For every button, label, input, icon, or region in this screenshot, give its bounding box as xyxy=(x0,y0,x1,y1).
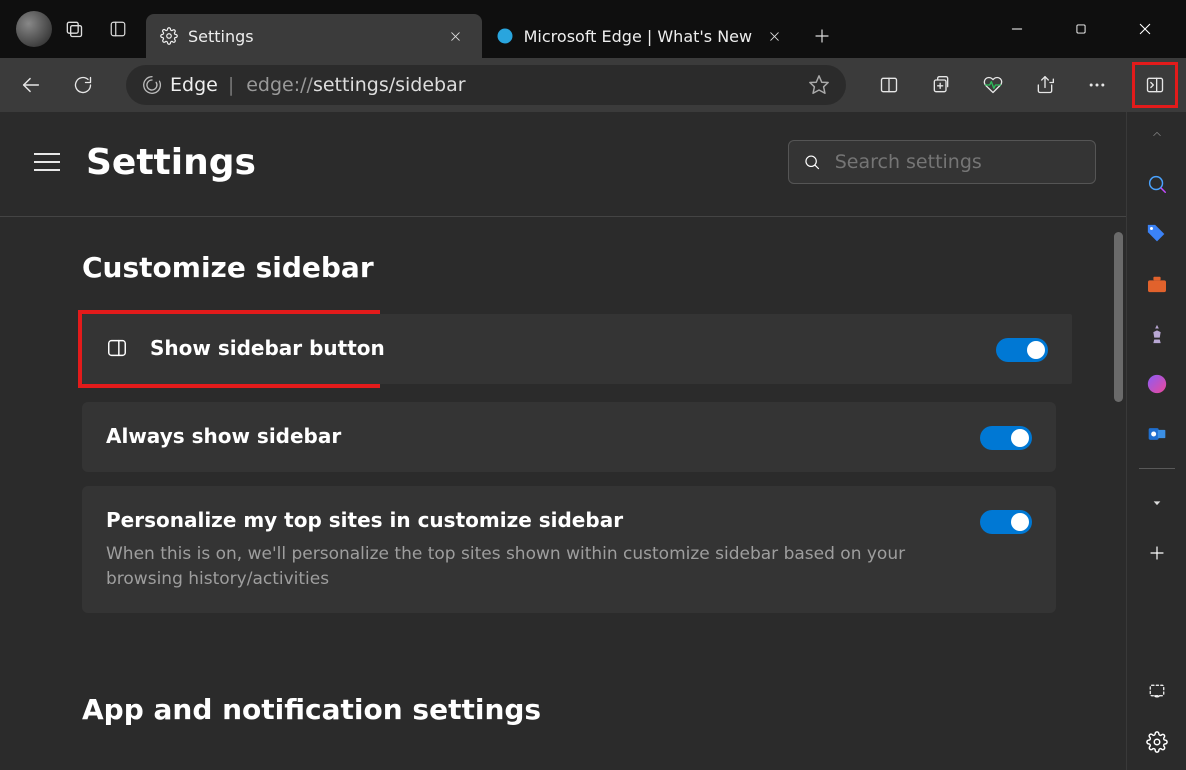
settings-search-input[interactable] xyxy=(835,151,1081,173)
sidebar-more[interactable] xyxy=(1141,487,1173,519)
vertical-tabs-icon[interactable] xyxy=(96,7,140,51)
sidebar-icon xyxy=(106,337,128,359)
chevron-down-icon xyxy=(1150,498,1164,508)
sidebar-app-office[interactable] xyxy=(1141,368,1173,400)
plus-icon xyxy=(1148,544,1166,562)
option-label: Show sidebar button xyxy=(150,336,385,360)
tab-label: Microsoft Edge | What's New xyxy=(524,27,752,46)
refresh-icon xyxy=(73,75,93,95)
share-button[interactable] xyxy=(1022,62,1068,108)
briefcase-icon xyxy=(1146,275,1168,293)
edge-logo-icon xyxy=(496,27,514,45)
chevron-up-icon xyxy=(1150,129,1164,139)
plus-icon xyxy=(813,27,831,45)
section-heading-customize-sidebar: Customize sidebar xyxy=(82,251,1056,284)
section-heading-app-notifications: App and notification settings xyxy=(82,693,1056,726)
sidebar-scroll-up[interactable] xyxy=(1141,118,1173,150)
tag-icon xyxy=(1146,223,1168,245)
collections-icon xyxy=(931,75,951,95)
minimize-button[interactable] xyxy=(994,7,1040,51)
share-icon xyxy=(1035,75,1055,95)
settings-search[interactable] xyxy=(788,140,1096,184)
outlook-icon xyxy=(1146,424,1168,444)
gear-icon xyxy=(160,27,178,45)
browser-toolbar: Edge | edge://settings/sidebar xyxy=(0,58,1186,112)
tab-close-button[interactable] xyxy=(444,24,468,48)
tab-settings[interactable]: Settings xyxy=(146,14,482,58)
chess-icon xyxy=(1146,323,1168,345)
sidebar-screenshot-button[interactable] xyxy=(1141,676,1173,708)
sidebar-toggle-button[interactable] xyxy=(1135,65,1175,105)
search-icon xyxy=(1146,173,1168,195)
settings-header: Settings xyxy=(0,112,1126,206)
window-titlebar: Settings Microsoft Edge | What's New xyxy=(0,0,1186,58)
close-icon xyxy=(449,30,462,43)
sidebar-panel-icon xyxy=(1145,75,1165,95)
favorite-star-icon[interactable] xyxy=(808,74,830,96)
tab-whatsnew[interactable]: Microsoft Edge | What's New xyxy=(482,14,800,58)
sidebar-add-button[interactable] xyxy=(1141,537,1173,569)
edge-swirl-icon xyxy=(142,75,162,95)
sidebar-app-outlook[interactable] xyxy=(1141,418,1173,450)
refresh-button[interactable] xyxy=(60,62,106,108)
settings-page: Settings Customize sidebar Show sidebar … xyxy=(0,112,1126,770)
sidebar-app-games[interactable] xyxy=(1141,318,1173,350)
sidebar-app-search[interactable] xyxy=(1141,168,1173,200)
profile-avatar[interactable] xyxy=(16,11,52,47)
collections-button[interactable] xyxy=(918,62,964,108)
toggle-personalize-top-sites[interactable] xyxy=(980,510,1032,534)
split-screen-icon xyxy=(879,75,899,95)
tab-label: Settings xyxy=(188,27,254,46)
arrow-left-icon xyxy=(20,74,42,96)
address-bar[interactable]: Edge | edge://settings/sidebar xyxy=(126,65,846,105)
option-label: Personalize my top sites in customize si… xyxy=(106,508,980,532)
window-controls xyxy=(994,7,1168,51)
page-title: Settings xyxy=(86,142,256,183)
tab-close-button[interactable] xyxy=(762,24,786,48)
settings-menu-button[interactable] xyxy=(30,145,64,179)
search-icon xyxy=(803,152,821,172)
maximize-button[interactable] xyxy=(1058,7,1104,51)
toggle-always-show-sidebar[interactable] xyxy=(980,426,1032,450)
split-screen-button[interactable] xyxy=(866,62,912,108)
url-prefix: edge:// xyxy=(246,74,313,96)
sidebar-app-tools[interactable] xyxy=(1141,268,1173,300)
site-identity: Edge xyxy=(170,74,218,96)
sidebar-app-shopping[interactable] xyxy=(1141,218,1173,250)
workspaces-icon[interactable] xyxy=(52,7,96,51)
option-show-sidebar-button: Show sidebar button xyxy=(82,314,1072,384)
ellipsis-icon xyxy=(1087,75,1107,95)
option-description: When this is on, we'll personalize the t… xyxy=(106,542,980,591)
performance-button[interactable] xyxy=(970,62,1016,108)
sidebar-settings-button[interactable] xyxy=(1141,726,1173,758)
tab-strip: Settings Microsoft Edge | What's New xyxy=(146,0,844,58)
sidebar-toggle-highlight xyxy=(1132,62,1178,108)
gear-icon xyxy=(1146,731,1168,753)
option-always-show-sidebar: Always show sidebar xyxy=(82,402,1056,472)
url-path: settings/sidebar xyxy=(313,74,466,96)
back-button[interactable] xyxy=(8,62,54,108)
close-icon xyxy=(768,30,781,43)
heartbeat-icon xyxy=(982,75,1004,95)
scrollbar-thumb[interactable] xyxy=(1114,232,1123,402)
edge-sidebar xyxy=(1126,112,1186,770)
new-tab-button[interactable] xyxy=(800,14,844,58)
more-menu-button[interactable] xyxy=(1074,62,1120,108)
toggle-show-sidebar-button[interactable] xyxy=(996,338,1048,362)
screenshot-icon xyxy=(1147,683,1167,701)
office-icon xyxy=(1146,373,1168,395)
option-label: Always show sidebar xyxy=(106,424,341,448)
close-window-button[interactable] xyxy=(1122,7,1168,51)
option-personalize-top-sites: Personalize my top sites in customize si… xyxy=(82,486,1056,613)
